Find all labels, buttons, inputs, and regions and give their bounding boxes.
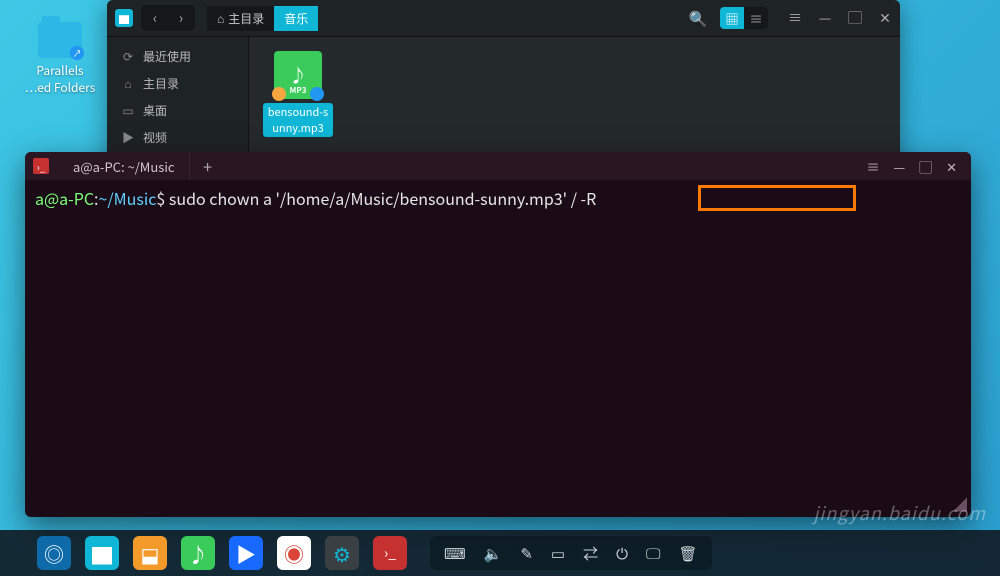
taskbar-files[interactable]: ▇ [82, 533, 122, 573]
desktop-icon: ▭ [121, 102, 135, 119]
grid-icon: ▦ [725, 9, 738, 28]
recent-icon: ⟳ [121, 48, 135, 65]
sidebar-item-label: 最近使用 [143, 48, 191, 65]
system-tray: ⌨ 🔈 ✎ ▭ ⇄ ⏻ 🖵 🗑 [430, 536, 712, 570]
tray-volume-icon[interactable]: 🔈 [484, 543, 503, 564]
sidebar-item-video[interactable]: ▶ 视频 [107, 124, 248, 151]
files-icon: ▇ [92, 539, 112, 568]
prompt-user: a@a-PC [35, 186, 94, 210]
list-icon: ≡ [749, 9, 762, 28]
window-minimize-button[interactable]: — [818, 11, 832, 25]
launcher-icon: ◎ [44, 539, 64, 568]
sync-badge-icon [272, 87, 286, 101]
breadcrumb-current[interactable]: 音乐 [274, 6, 318, 31]
terminal-menu-button[interactable]: ≡ [866, 160, 879, 173]
taskbar-video[interactable]: ▶ [226, 533, 266, 573]
home-icon: ⌂ [121, 75, 135, 92]
sidebar-item-recent[interactable]: ⟳ 最近使用 [107, 43, 248, 70]
video-icon: ▶ [236, 539, 256, 568]
file-manager-app-icon: ▇ [115, 9, 133, 27]
tray-keyboard-icon[interactable]: ⌨ [444, 543, 466, 564]
terminal-new-tab-button[interactable]: + [194, 154, 222, 178]
mp3-file-icon: ♪ MP3 [274, 51, 322, 99]
desktop-shortcut-label-2: …ed Folders [24, 79, 96, 96]
video-icon: ▶ [121, 129, 135, 146]
search-button[interactable]: 🔍 [686, 6, 710, 30]
shortcut-badge-icon: ↗ [70, 46, 84, 60]
sidebar-item-home[interactable]: ⌂ 主目录 [107, 70, 248, 97]
tray-trash-icon[interactable]: 🗑 [678, 543, 697, 564]
terminal-tab-title: a@a-PC: ~/Music [73, 157, 175, 176]
sidebar-item-label: 桌面 [143, 102, 167, 119]
file-ext-label: MP3 [290, 85, 307, 96]
terminal-body[interactable]: a@a-PC:~/Music$ sudo chown a '/home/a/Mu… [25, 180, 971, 517]
terminal-line: a@a-PC:~/Music$ sudo chown a '/home/a/Mu… [35, 186, 961, 210]
breadcrumb-home-label: 主目录 [228, 10, 264, 27]
desktop-shortcut-label-1: Parallels [24, 62, 96, 79]
window-menu-button[interactable]: ≡ [788, 11, 802, 25]
desktop-shortcut-parallels[interactable]: ↗ Parallels …ed Folders [24, 22, 96, 96]
file-item[interactable]: ♪ MP3 bensound-sunny.mp3 [263, 51, 333, 166]
music-icon: ♪ [188, 539, 208, 568]
tray-edit-icon[interactable]: ✎ [520, 543, 533, 564]
terminal-titlebar: ›_ a@a-PC: ~/Music + ≡ — ▢ ✕ [25, 152, 971, 180]
taskbar-chrome[interactable]: ◉ [274, 533, 314, 573]
search-icon: 🔍 [689, 8, 708, 29]
taskbar-launcher[interactable]: ◎ [34, 533, 74, 573]
store-icon: ⬓ [141, 539, 160, 568]
nav-forward-button[interactable]: › [169, 7, 193, 29]
view-grid-button[interactable]: ▦ [720, 7, 744, 29]
taskbar-terminal[interactable]: ›_ [370, 533, 410, 573]
taskbar-music[interactable]: ♪ [178, 533, 218, 573]
breadcrumb-current-label: 音乐 [284, 10, 308, 27]
watermark-text: jingyan.baidu.com [813, 500, 986, 526]
tray-display-icon[interactable]: 🖵 [646, 543, 660, 564]
window-maximize-button[interactable]: ▢ [848, 11, 862, 25]
file-manager-titlebar: ▇ ‹ › ⌂ 主目录 音乐 🔍 ▦ ≡ ≡ — ▢ ✕ [107, 0, 900, 37]
file-name-label: bensound-sunny.mp3 [263, 103, 333, 137]
share-badge-icon [310, 87, 324, 101]
terminal-window: ›_ a@a-PC: ~/Music + ≡ — ▢ ✕ a@a-PC:~/Mu… [25, 152, 971, 517]
home-icon: ⌂ [217, 10, 224, 27]
prompt-dollar: $ [156, 186, 165, 210]
tray-power-icon[interactable]: ⏻ [616, 543, 628, 564]
prompt-path: ~/Music [99, 186, 157, 210]
terminal-app-icon: ›_ [33, 158, 49, 174]
taskbar-settings[interactable]: ⚙ [322, 533, 362, 573]
breadcrumb-home[interactable]: ⌂ 主目录 [207, 6, 274, 31]
terminal-command: sudo chown a '/home/a/Music/bensound-sun… [165, 186, 596, 210]
sidebar-item-desktop[interactable]: ▭ 桌面 [107, 97, 248, 124]
tray-network-icon[interactable]: ⇄ [583, 543, 598, 564]
settings-icon: ⚙ [333, 539, 351, 568]
chrome-icon: ◉ [284, 539, 304, 568]
terminal-minimize-button[interactable]: — [893, 160, 905, 173]
taskbar: ◎ ▇ ⬓ ♪ ▶ ◉ ⚙ ›_ ⌨ 🔈 ✎ ▭ ⇄ ⏻ 🖵 🗑 [0, 530, 1000, 576]
terminal-tab[interactable]: a@a-PC: ~/Music [59, 152, 190, 180]
breadcrumb: ⌂ 主目录 音乐 [207, 6, 318, 31]
view-toggle: ▦ ≡ [720, 7, 768, 29]
nav-back-button[interactable]: ‹ [143, 7, 167, 29]
sidebar-item-label: 主目录 [143, 75, 179, 92]
terminal-icon: ›_ [384, 543, 396, 563]
window-close-button[interactable]: ✕ [878, 11, 892, 25]
terminal-maximize-button[interactable]: ▢ [919, 160, 932, 173]
sidebar-item-label: 视频 [143, 129, 167, 146]
nav-buttons: ‹ › [141, 5, 195, 31]
taskbar-store[interactable]: ⬓ [130, 533, 170, 573]
view-list-button[interactable]: ≡ [744, 7, 768, 29]
terminal-close-button[interactable]: ✕ [946, 160, 957, 173]
folder-icon: ↗ [38, 22, 82, 58]
tray-battery-icon[interactable]: ▭ [551, 543, 565, 564]
